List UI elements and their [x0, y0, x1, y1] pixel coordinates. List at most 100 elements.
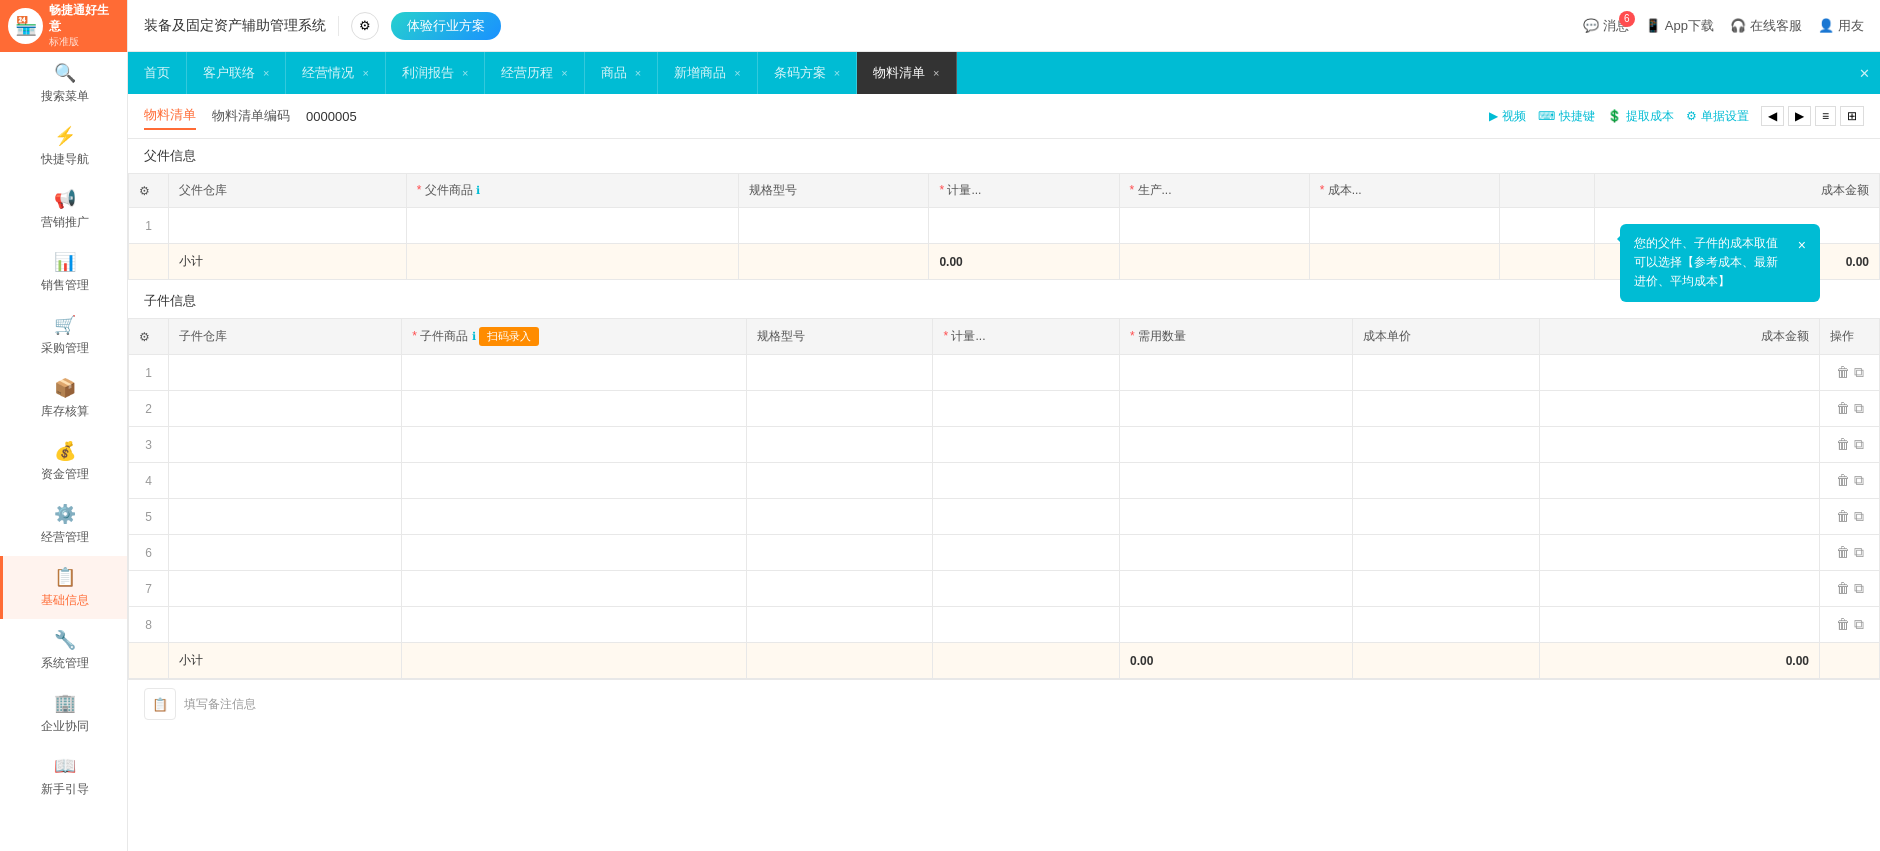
app-download-action[interactable]: 📱 App下载 [1645, 17, 1714, 35]
child-product-cell-1[interactable] [402, 355, 747, 391]
topbar-gear[interactable]: ⚙ [351, 12, 379, 40]
parent-spec-cell[interactable] [739, 208, 929, 244]
child-warehouse-cell-1[interactable] [169, 355, 402, 391]
child-product-cell-8[interactable] [402, 607, 747, 643]
child-spec-cell-7[interactable] [746, 571, 933, 607]
child-warehouse-cell-2[interactable] [169, 391, 402, 427]
child-qty-cell-3[interactable] [1120, 427, 1353, 463]
child-product-cell-3[interactable] [402, 427, 747, 463]
delete-icon-7[interactable]: 🗑 [1836, 580, 1850, 597]
settings-btn[interactable]: ⚙ 单据设置 [1686, 108, 1749, 125]
tab-barcode[interactable]: 条码方案 × [758, 52, 857, 94]
child-cost-price-cell-7[interactable] [1353, 571, 1540, 607]
sidebar-item-system[interactable]: 🔧 系统管理 [0, 619, 127, 682]
child-qty-cell-2[interactable] [1120, 391, 1353, 427]
tooltip-close[interactable]: × [1798, 234, 1806, 256]
tab-new-goods-close[interactable]: × [734, 67, 740, 79]
expand-btn[interactable]: ⊞ [1840, 106, 1864, 126]
trial-button[interactable]: 体验行业方案 [391, 12, 501, 40]
tab-customer-close[interactable]: × [263, 67, 269, 79]
child-product-cell-6[interactable] [402, 535, 747, 571]
prev-btn[interactable]: ◀ [1761, 106, 1784, 126]
tab-bom[interactable]: 物料清单 × [857, 52, 956, 94]
note-icon[interactable]: 📋 [144, 688, 176, 720]
child-qty-cell-5[interactable] [1120, 499, 1353, 535]
child-cost-price-cell-6[interactable] [1353, 535, 1540, 571]
child-warehouse-cell-7[interactable] [169, 571, 402, 607]
close-all-tabs[interactable]: ✕ [1849, 66, 1880, 81]
child-warehouse-cell-4[interactable] [169, 463, 402, 499]
tab-ops-history-close[interactable]: × [561, 67, 567, 79]
child-product-cell-2[interactable] [402, 391, 747, 427]
parent-warehouse-cell[interactable] [169, 208, 407, 244]
child-unit-cell-7[interactable] [933, 571, 1120, 607]
video-btn[interactable]: ▶ 视频 [1489, 108, 1526, 125]
tab-ops-status[interactable]: 经营情况 × [286, 52, 385, 94]
child-qty-cell-1[interactable] [1120, 355, 1353, 391]
copy-icon-7[interactable]: ⧉ [1854, 580, 1864, 597]
sub-tab-bom[interactable]: 物料清单 [144, 102, 196, 130]
child-product-cell-5[interactable] [402, 499, 747, 535]
child-unit-cell-3[interactable] [933, 427, 1120, 463]
child-cost-price-cell-8[interactable] [1353, 607, 1540, 643]
cost-btn[interactable]: 💲 提取成本 [1607, 108, 1674, 125]
child-warehouse-cell-6[interactable] [169, 535, 402, 571]
tab-new-goods[interactable]: 新增商品 × [658, 52, 757, 94]
sidebar-item-enterprise[interactable]: 🏢 企业协同 [0, 682, 127, 745]
sidebar-item-sales[interactable]: 📊 销售管理 [0, 241, 127, 304]
delete-icon-3[interactable]: 🗑 [1836, 436, 1850, 453]
delete-icon-4[interactable]: 🗑 [1836, 472, 1850, 489]
copy-icon-5[interactable]: ⧉ [1854, 508, 1864, 525]
copy-icon-6[interactable]: ⧉ [1854, 544, 1864, 561]
scan-button[interactable]: 扫码录入 [479, 327, 539, 346]
message-action[interactable]: 💬 消息 6 [1583, 17, 1629, 35]
child-cost-price-cell-2[interactable] [1353, 391, 1540, 427]
child-spec-cell-4[interactable] [746, 463, 933, 499]
child-spec-cell-5[interactable] [746, 499, 933, 535]
child-warehouse-cell-3[interactable] [169, 427, 402, 463]
delete-icon-1[interactable]: 🗑 [1836, 364, 1850, 381]
parent-product-cell[interactable] [406, 208, 739, 244]
sidebar-item-search[interactable]: 🔍 搜索菜单 [0, 52, 127, 115]
child-cost-price-cell-4[interactable] [1353, 463, 1540, 499]
child-spec-cell-3[interactable] [746, 427, 933, 463]
parent-unit-cell[interactable] [929, 208, 1119, 244]
parent-cost-cell[interactable] [1309, 208, 1499, 244]
tab-customer[interactable]: 客户联络 × [187, 52, 286, 94]
delete-icon-6[interactable]: 🗑 [1836, 544, 1850, 561]
child-unit-cell-4[interactable] [933, 463, 1120, 499]
copy-icon-2[interactable]: ⧉ [1854, 400, 1864, 417]
child-qty-cell-4[interactable] [1120, 463, 1353, 499]
child-unit-cell-5[interactable] [933, 499, 1120, 535]
next-btn[interactable]: ▶ [1788, 106, 1811, 126]
child-unit-cell-6[interactable] [933, 535, 1120, 571]
tab-ops-history[interactable]: 经营历程 × [485, 52, 584, 94]
copy-icon-3[interactable]: ⧉ [1854, 436, 1864, 453]
menu-btn[interactable]: ≡ [1815, 106, 1836, 126]
delete-icon-8[interactable]: 🗑 [1836, 616, 1850, 633]
tab-goods[interactable]: 商品 × [585, 52, 658, 94]
child-spec-cell-2[interactable] [746, 391, 933, 427]
child-qty-cell-7[interactable] [1120, 571, 1353, 607]
child-product-cell-4[interactable] [402, 463, 747, 499]
delete-icon-5[interactable]: 🗑 [1836, 508, 1850, 525]
copy-icon-4[interactable]: ⧉ [1854, 472, 1864, 489]
child-product-cell-7[interactable] [402, 571, 747, 607]
tab-ops-status-close[interactable]: × [362, 67, 368, 79]
delete-icon-2[interactable]: 🗑 [1836, 400, 1850, 417]
copy-icon-8[interactable]: ⧉ [1854, 616, 1864, 633]
shortcut-btn[interactable]: ⌨ 快捷键 [1538, 108, 1595, 125]
tab-goods-close[interactable]: × [635, 67, 641, 79]
sidebar-item-marketing[interactable]: 📢 营销推广 [0, 178, 127, 241]
sidebar-item-ops[interactable]: ⚙️ 经营管理 [0, 493, 127, 556]
sidebar-item-basic[interactable]: 📋 基础信息 [0, 556, 127, 619]
tab-barcode-close[interactable]: × [834, 67, 840, 79]
sidebar-item-purchase[interactable]: 🛒 采购管理 [0, 304, 127, 367]
child-qty-cell-8[interactable] [1120, 607, 1353, 643]
tab-profit-close[interactable]: × [462, 67, 468, 79]
sidebar-item-guide[interactable]: 📖 新手引导 [0, 745, 127, 808]
child-cost-price-cell-1[interactable] [1353, 355, 1540, 391]
sidebar-item-quick[interactable]: ⚡ 快捷导航 [0, 115, 127, 178]
child-qty-cell-6[interactable] [1120, 535, 1353, 571]
tab-profit[interactable]: 利润报告 × [386, 52, 485, 94]
